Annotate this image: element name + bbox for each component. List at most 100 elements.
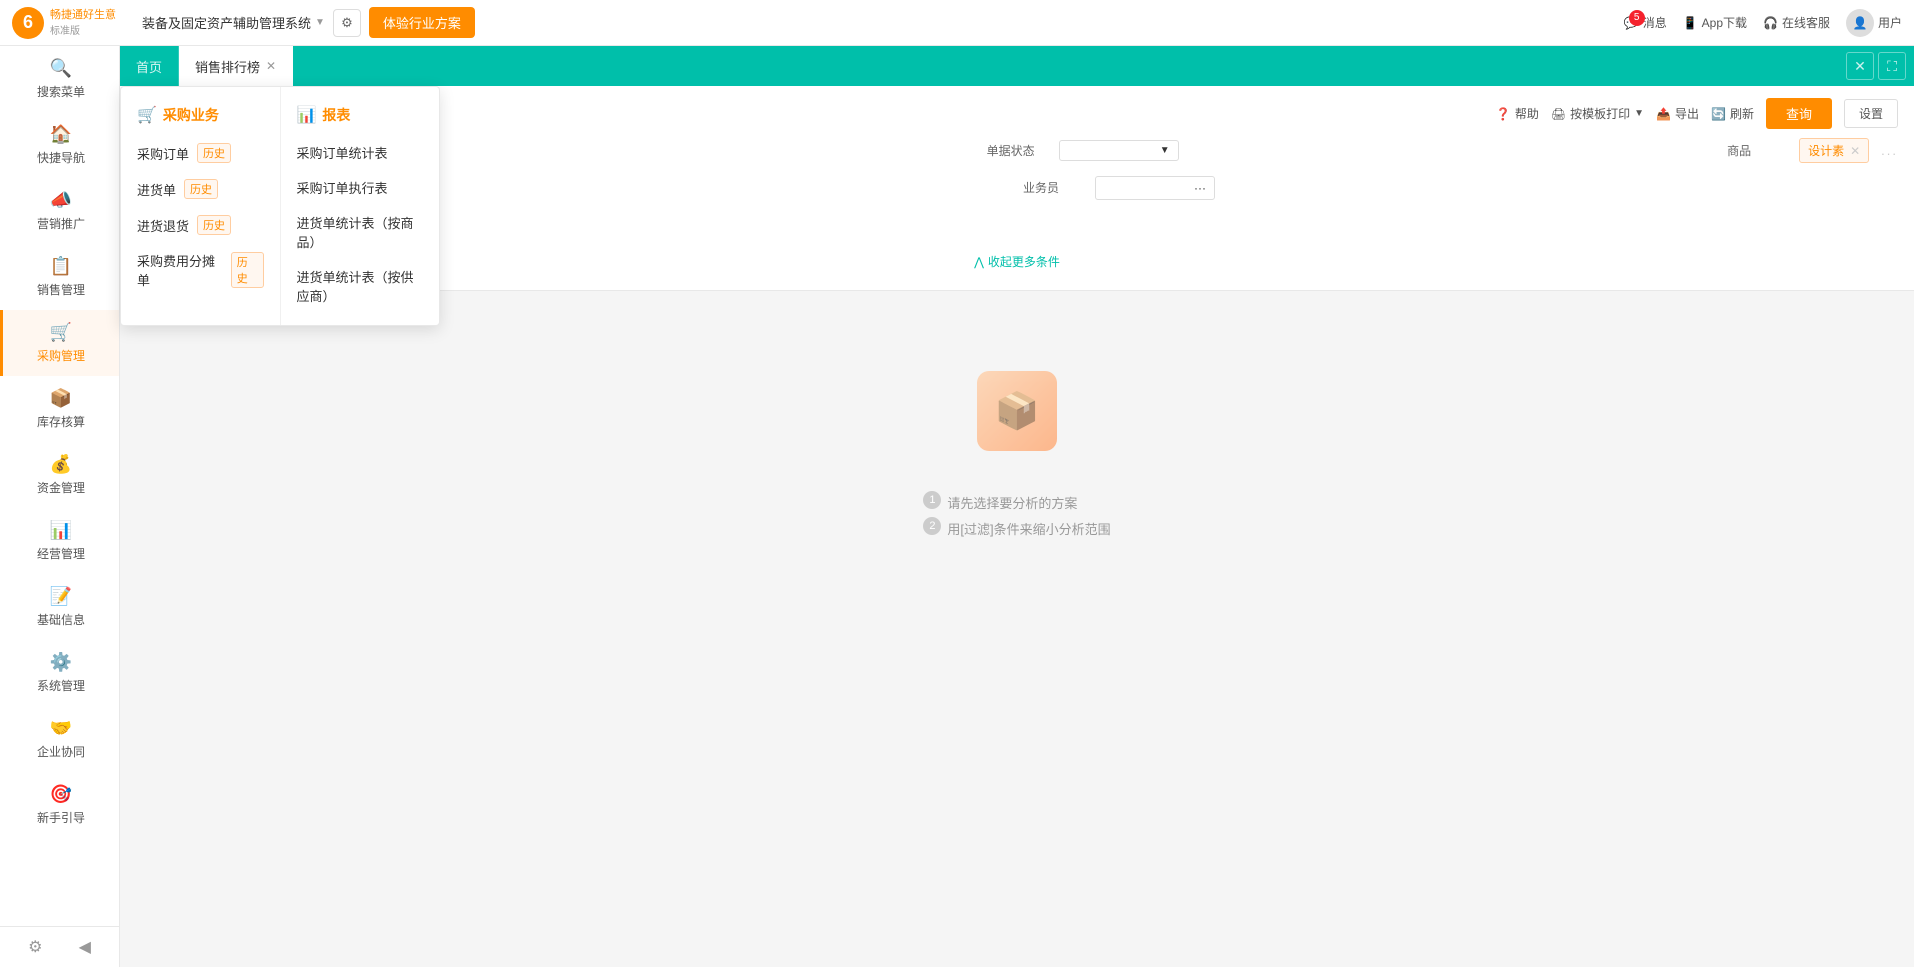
dropdown-item-purchase-cost[interactable]: 采购费用分摊单 历史 — [121, 243, 280, 297]
reports-label: 报表 — [322, 105, 350, 125]
sidebar-label-cooperation: 企业协同 — [37, 743, 85, 760]
sidebar-label-base-info: 基础信息 — [37, 611, 85, 628]
sidebar: 🔍 搜索菜单 🏠 快捷导航 📣 营销推广 📋 销售管理 🛒 采购管理 📦 库存核… — [0, 46, 120, 967]
logo-char: 6 — [23, 12, 33, 33]
sales-icon: 📋 — [50, 256, 72, 277]
sidebar-item-quick-nav[interactable]: 🏠 快捷导航 — [0, 112, 119, 178]
sidebar-item-base-info[interactable]: 📝 基础信息 — [0, 574, 119, 640]
gear-button[interactable]: ⚙ — [333, 9, 361, 37]
incoming-history[interactable]: 历史 — [184, 179, 218, 199]
sidebar-bottom: ⚙ ◀ — [0, 926, 119, 967]
top-bar: 6 畅捷通好生意 标准版 装备及固定资产辅助管理系统 ▼ ⚙ 体验行业方案 💬 … — [0, 0, 1914, 46]
avatar: 👤 — [1846, 9, 1874, 37]
industry-button[interactable]: 体验行业方案 — [369, 7, 475, 38]
order-stats-label: 采购订单统计表 — [297, 143, 388, 162]
incoming-stats-supplier-label: 进货单统计表（按供应商） — [297, 267, 424, 305]
system-title: 装备及固定资产辅助管理系统 ▼ ⚙ 体验行业方案 — [142, 7, 1614, 38]
tab-bar: 首页 销售排行榜 ✕ ✕ ⛶ — [120, 46, 1914, 86]
sidebar-label-sales: 销售管理 — [37, 281, 85, 298]
user-item[interactable]: 👤 用户 — [1846, 9, 1902, 37]
online-service-label: 在线客服 — [1782, 14, 1830, 31]
system-name-dropdown[interactable]: 装备及固定资产辅助管理系统 ▼ — [142, 13, 325, 32]
sidebar-label-finance: 资金管理 — [37, 479, 85, 496]
sidebar-label-inventory: 库存核算 — [37, 413, 85, 430]
tab-sales-rank[interactable]: 销售排行榜 ✕ — [179, 46, 293, 86]
dropdown-item-purchase-order[interactable]: 采购订单 历史 — [121, 135, 280, 171]
purchase-biz-label: 采购业务 — [163, 105, 219, 125]
sidebar-item-finance[interactable]: 💰 资金管理 — [0, 442, 119, 508]
sidebar-item-system[interactable]: ⚙️ 系统管理 — [0, 640, 119, 706]
dropdown-item-incoming-stats-supplier[interactable]: 进货单统计表（按供应商） — [281, 259, 440, 313]
marketing-icon: 📣 — [50, 190, 72, 211]
logo-area: 6 畅捷通好生意 标准版 — [12, 7, 132, 39]
app-download-item[interactable]: 📱 App下载 — [1683, 14, 1747, 31]
dropdown-item-return[interactable]: 进货退货 历史 — [121, 207, 280, 243]
chevron-down-icon: ▼ — [315, 17, 325, 28]
dropdown-item-incoming[interactable]: 进货单 历史 — [121, 171, 280, 207]
tab-expand-btn[interactable]: ⛶ — [1878, 52, 1906, 80]
order-exec-label: 采购订单执行表 — [297, 178, 388, 197]
app-download-label: App下载 — [1702, 14, 1747, 31]
collapse-sidebar-btn[interactable]: ◀ — [79, 937, 91, 957]
sidebar-item-guide[interactable]: 🎯 新手引导 — [0, 772, 119, 838]
message-item[interactable]: 💬 5 消息 — [1624, 14, 1667, 31]
user-label: 用户 — [1878, 14, 1902, 31]
purchase-biz-header: 🛒 采购业务 — [121, 99, 280, 135]
sidebar-item-inventory[interactable]: 📦 库存核算 — [0, 376, 119, 442]
settings-bottom-btn[interactable]: ⚙ — [28, 937, 42, 957]
reports-icon: 📊 — [297, 105, 317, 125]
sidebar-label-operations: 经营管理 — [37, 545, 85, 562]
sidebar-label-search: 搜索菜单 — [37, 83, 85, 100]
logo-text: 畅捷通好生意 — [50, 8, 116, 22]
purchase-icon: 🛒 — [50, 322, 72, 343]
tab-sales-rank-label: 销售排行榜 — [195, 57, 260, 76]
purchase-cost-label: 采购费用分摊单 — [137, 251, 223, 289]
tab-close-icon[interactable]: ✕ — [266, 59, 276, 73]
purchase-biz-col: 🛒 采购业务 采购订单 历史 进货单 历史 进货退货 历史 采购费用分摊单 历史 — [121, 87, 281, 325]
purchase-cost-history[interactable]: 历史 — [231, 252, 264, 288]
incoming-stats-goods-label: 进货单统计表（按商品） — [297, 213, 424, 251]
inventory-icon: 📦 — [50, 388, 72, 409]
message-label: 消息 — [1643, 14, 1667, 31]
sidebar-item-search[interactable]: 🔍 搜索菜单 — [0, 46, 119, 112]
sidebar-item-cooperation[interactable]: 🤝 企业协同 — [0, 706, 119, 772]
sidebar-label-purchase: 采购管理 — [37, 347, 85, 364]
sidebar-item-sales[interactable]: 📋 销售管理 — [0, 244, 119, 310]
sidebar-item-purchase[interactable]: 🛒 采购管理 — [0, 310, 119, 376]
reports-col: 📊 报表 采购订单统计表 采购订单执行表 进货单统计表（按商品） 进货单统计表（… — [281, 87, 440, 325]
guide-icon: 🎯 — [50, 784, 72, 805]
dropdown-item-order-stats[interactable]: 采购订单统计表 — [281, 135, 440, 170]
tab-home[interactable]: 首页 — [120, 46, 179, 86]
purchase-dropdown-menu: 🛒 采购业务 采购订单 历史 进货单 历史 进货退货 历史 采购费用分摊单 历史 — [120, 86, 440, 326]
return-history[interactable]: 历史 — [197, 215, 231, 235]
tab-bar-right: ✕ ⛶ — [1846, 52, 1914, 80]
reports-header: 📊 报表 — [281, 99, 440, 135]
purchase-order-label: 采购订单 — [137, 144, 189, 163]
tab-close-btn[interactable]: ✕ — [1846, 52, 1874, 80]
purchase-order-history[interactable]: 历史 — [197, 143, 231, 163]
sidebar-item-operations[interactable]: 📊 经营管理 — [0, 508, 119, 574]
system-icon: ⚙️ — [50, 652, 72, 673]
message-icon-wrapper: 💬 5 — [1624, 16, 1639, 30]
return-label: 进货退货 — [137, 216, 189, 235]
sidebar-label-guide: 新手引导 — [37, 809, 85, 826]
sidebar-item-marketing[interactable]: 📣 营销推广 — [0, 178, 119, 244]
sidebar-label-marketing: 营销推广 — [37, 215, 85, 232]
system-name-label: 装备及固定资产辅助管理系统 — [142, 13, 311, 32]
finance-icon: 💰 — [50, 454, 72, 475]
cooperation-icon: 🤝 — [50, 718, 72, 739]
tab-home-label: 首页 — [136, 57, 162, 76]
home-icon: 🏠 — [50, 124, 72, 145]
online-service-item[interactable]: 🎧 在线客服 — [1763, 14, 1830, 31]
top-right-area: 💬 5 消息 📱 App下载 🎧 在线客服 👤 用户 — [1624, 9, 1902, 37]
phone-icon: 📱 — [1683, 16, 1698, 30]
logo-icon: 6 — [12, 7, 44, 39]
base-info-icon: 📝 — [50, 586, 72, 607]
dropdown-item-order-exec[interactable]: 采购订单执行表 — [281, 170, 440, 205]
dropdown-item-incoming-stats-goods[interactable]: 进货单统计表（按商品） — [281, 205, 440, 259]
search-icon: 🔍 — [50, 58, 72, 79]
logo-sub: 标准版 — [50, 22, 116, 37]
message-badge: 5 — [1629, 10, 1645, 26]
incoming-label: 进货单 — [137, 180, 176, 199]
sidebar-label-quick-nav: 快捷导航 — [37, 149, 85, 166]
